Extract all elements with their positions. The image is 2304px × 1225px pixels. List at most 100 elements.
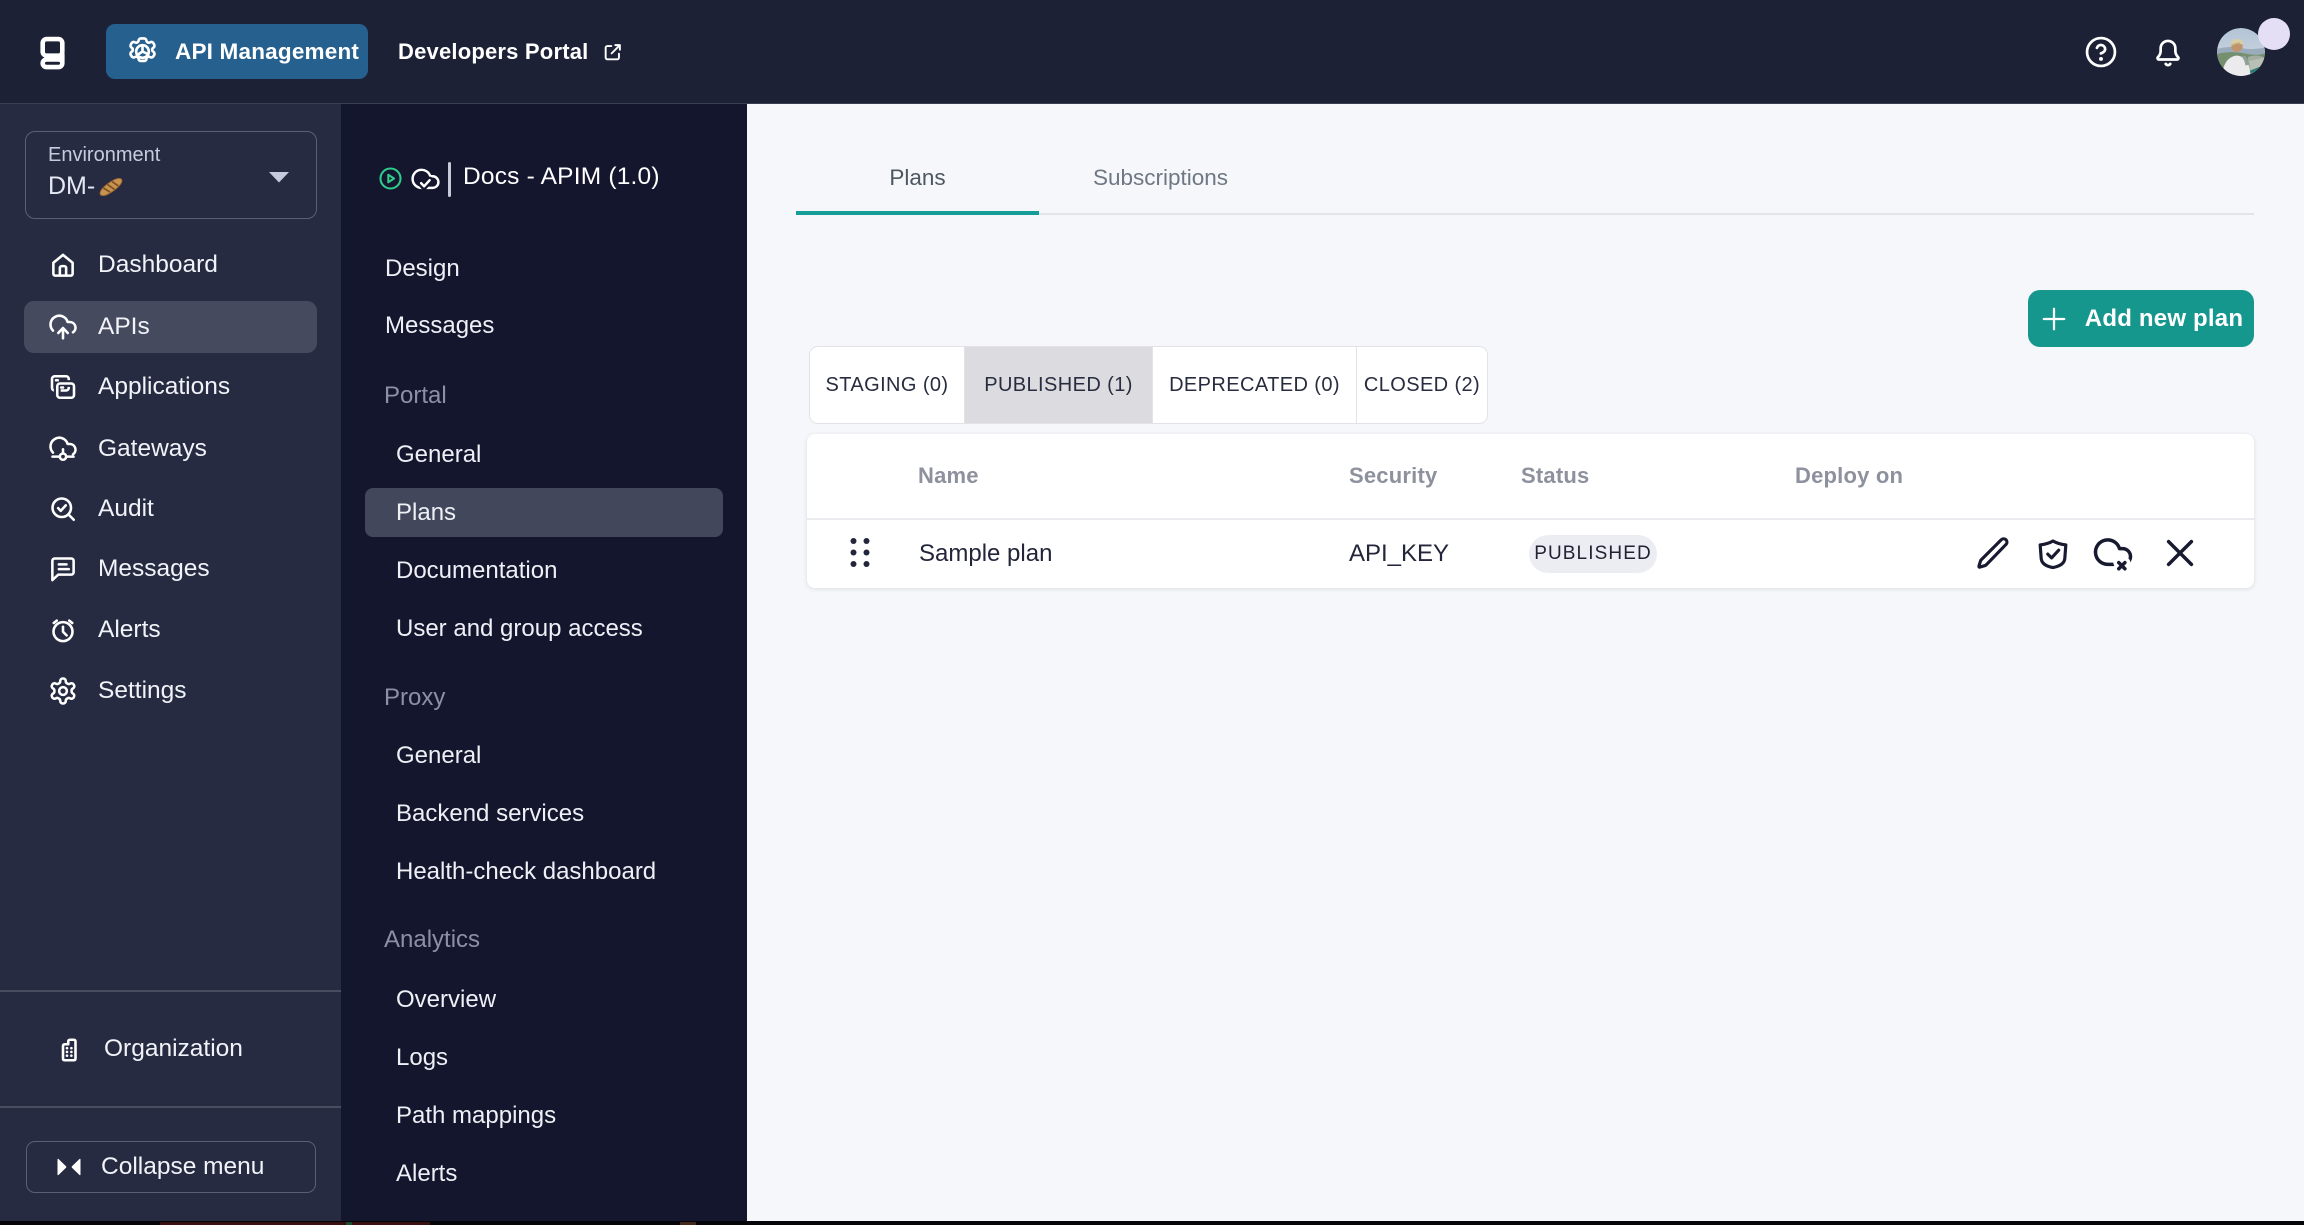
sidebar-item-label: Messages <box>98 555 210 582</box>
tab-subscriptions[interactable]: Subscriptions <box>1039 104 1282 215</box>
api-menu-item-design[interactable]: Design <box>365 244 723 293</box>
filter-staging[interactable]: STAGING (0) <box>810 347 965 423</box>
sidebar-item-gateways[interactable]: Gateways <box>24 423 317 475</box>
api-menu-item-label: Backend services <box>396 799 585 827</box>
sidebar-item-alerts[interactable]: Alerts <box>24 604 317 656</box>
api-menu-section-portal: Portal <box>384 382 447 409</box>
filter-deprecated[interactable]: DEPRECATED (0) <box>1153 347 1357 423</box>
api-menu-item-label: Alerts <box>396 1159 458 1187</box>
policies-plan-button[interactable] <box>2034 534 2072 572</box>
tab-label: Subscriptions <box>1092 164 1229 190</box>
sidebar-item-label: Applications <box>98 373 231 400</box>
close-icon <box>2166 539 2194 567</box>
plan-tabs: Plans Subscriptions <box>796 104 2254 215</box>
cloud-gateway-icon <box>49 436 77 464</box>
user-avatar[interactable] <box>2217 17 2290 76</box>
api-menu-section-analytics: Analytics <box>384 926 481 953</box>
plan-status-filter: STAGING (0) PUBLISHED (1) DEPRECATED (0)… <box>809 346 1488 424</box>
api-menu-item-overview[interactable]: Overview <box>365 975 723 1024</box>
api-menu-item-proxy-general[interactable]: General <box>365 731 723 780</box>
api-menu-item-user-group-access[interactable]: User and group access <box>365 604 723 653</box>
topbar: API Management Developers Portal <box>0 0 2304 104</box>
sidebar-item-applications[interactable]: Applications <box>24 361 317 413</box>
collapse-menu-button[interactable]: Collapse menu <box>26 1141 316 1193</box>
api-menu-item-documentation[interactable]: Documentation <box>365 546 723 595</box>
sidebar-divider <box>0 1106 341 1108</box>
sidebar-item-label: Dashboard <box>98 251 218 278</box>
api-menu-item-label: Path mappings <box>396 1101 557 1129</box>
left-sidebar: Environment DM- Dashboard APIs Applicati… <box>0 104 341 1221</box>
api-menu-item-health-check[interactable]: Health-check dashboard <box>365 847 723 896</box>
tab-plans[interactable]: Plans <box>796 104 1039 215</box>
collapse-menu-label: Collapse menu <box>101 1153 265 1180</box>
unpublish-plan-button[interactable] <box>2092 532 2133 575</box>
api-management-button[interactable]: API Management <box>106 24 368 79</box>
search-check-icon <box>51 497 76 522</box>
drag-handle-icon[interactable] <box>847 535 873 571</box>
api-menu-item-label: General <box>396 741 482 769</box>
apim-gear-icon <box>129 37 156 63</box>
gear-icon <box>50 677 76 705</box>
app-root: API Management Developers Portal Environ… <box>0 0 2304 1225</box>
sidebar-item-settings[interactable]: Settings <box>24 665 317 717</box>
add-new-plan-button[interactable]: Add new plan <box>2028 290 2254 347</box>
environment-value: DM- <box>48 172 127 201</box>
api-menu-item-label: Health-check dashboard <box>396 857 657 885</box>
api-menu-item-backend-services[interactable]: Backend services <box>365 789 723 838</box>
api-menu-item-label: Documentation <box>396 556 558 584</box>
api-menu-item-label: Design <box>385 254 460 282</box>
edit-plan-button[interactable] <box>1974 534 2012 572</box>
filter-closed[interactable]: CLOSED (2) <box>1357 347 1487 423</box>
sidebar-item-label: Audit <box>98 495 154 522</box>
bell-icon <box>2156 39 2180 66</box>
developers-portal-link[interactable]: Developers Portal <box>398 0 624 103</box>
api-menu-item-logs[interactable]: Logs <box>365 1033 723 1082</box>
windows-stack-icon <box>50 374 78 402</box>
external-link-icon <box>605 43 622 60</box>
help-button[interactable] <box>2083 34 2119 70</box>
help-icon <box>2085 36 2117 67</box>
api-menu-item-messages[interactable]: Messages <box>365 301 723 350</box>
api-menu-item-path-mappings[interactable]: Path mappings <box>365 1091 723 1140</box>
topbar-actions <box>2083 0 2290 103</box>
bottom-screen-strip <box>0 1221 2304 1225</box>
home-icon <box>52 253 74 277</box>
api-menu-item-label: Overview <box>396 985 497 1013</box>
column-header-status: Status <box>1521 463 1590 488</box>
api-menu-sidebar: Docs - APIM (1.0) Design Messages Portal… <box>341 104 747 1221</box>
api-menu-item-label: Plans <box>396 498 457 526</box>
cloud-sync-icon[interactable] <box>410 164 441 195</box>
sidebar-item-dashboard[interactable]: Dashboard <box>24 239 317 291</box>
alarm-clock-icon <box>52 619 74 643</box>
plans-table: Name Security Status Deploy on Sample pl… <box>807 434 2254 588</box>
environment-select[interactable]: Environment DM- <box>25 131 317 219</box>
sidebar-item-messages[interactable]: Messages <box>24 543 317 595</box>
organization-icon <box>61 1038 77 1062</box>
pencil-icon <box>1977 537 2009 569</box>
gravitee-logo-icon[interactable] <box>40 36 65 70</box>
environment-label: Environment <box>48 144 161 166</box>
cloud-upload-icon <box>49 314 77 340</box>
notifications-button[interactable] <box>2151 35 2185 69</box>
baguette-emoji-icon <box>99 177 123 196</box>
active-tab-underline <box>796 211 1039 215</box>
play-status-icon[interactable] <box>378 166 403 191</box>
sidebar-item-organization[interactable]: Organization <box>30 1023 317 1075</box>
sidebar-item-apis[interactable]: APIs <box>24 301 317 353</box>
shield-check-icon <box>2038 539 2068 570</box>
developers-portal-label: Developers Portal <box>398 38 589 64</box>
api-menu-item-alerts[interactable]: Alerts <box>365 1149 723 1198</box>
api-menu-item-portal-general[interactable]: General <box>365 430 723 479</box>
environment-value-text: DM- <box>48 172 96 200</box>
sidebar-item-audit[interactable]: Audit <box>24 483 317 535</box>
sidebar-divider <box>0 990 341 992</box>
api-menu-item-label: Logs <box>396 1043 449 1071</box>
sidebar-item-label: Alerts <box>98 616 161 643</box>
filter-published[interactable]: PUBLISHED (1) <box>965 347 1153 423</box>
avatar-status-dot <box>2258 17 2290 50</box>
api-header-divider <box>448 162 451 197</box>
sidebar-item-label: Organization <box>104 1035 243 1062</box>
close-plan-button[interactable] <box>2161 534 2199 572</box>
api-menu-item-plans[interactable]: Plans <box>365 488 723 537</box>
column-header-deploy-on: Deploy on <box>1795 463 1904 488</box>
